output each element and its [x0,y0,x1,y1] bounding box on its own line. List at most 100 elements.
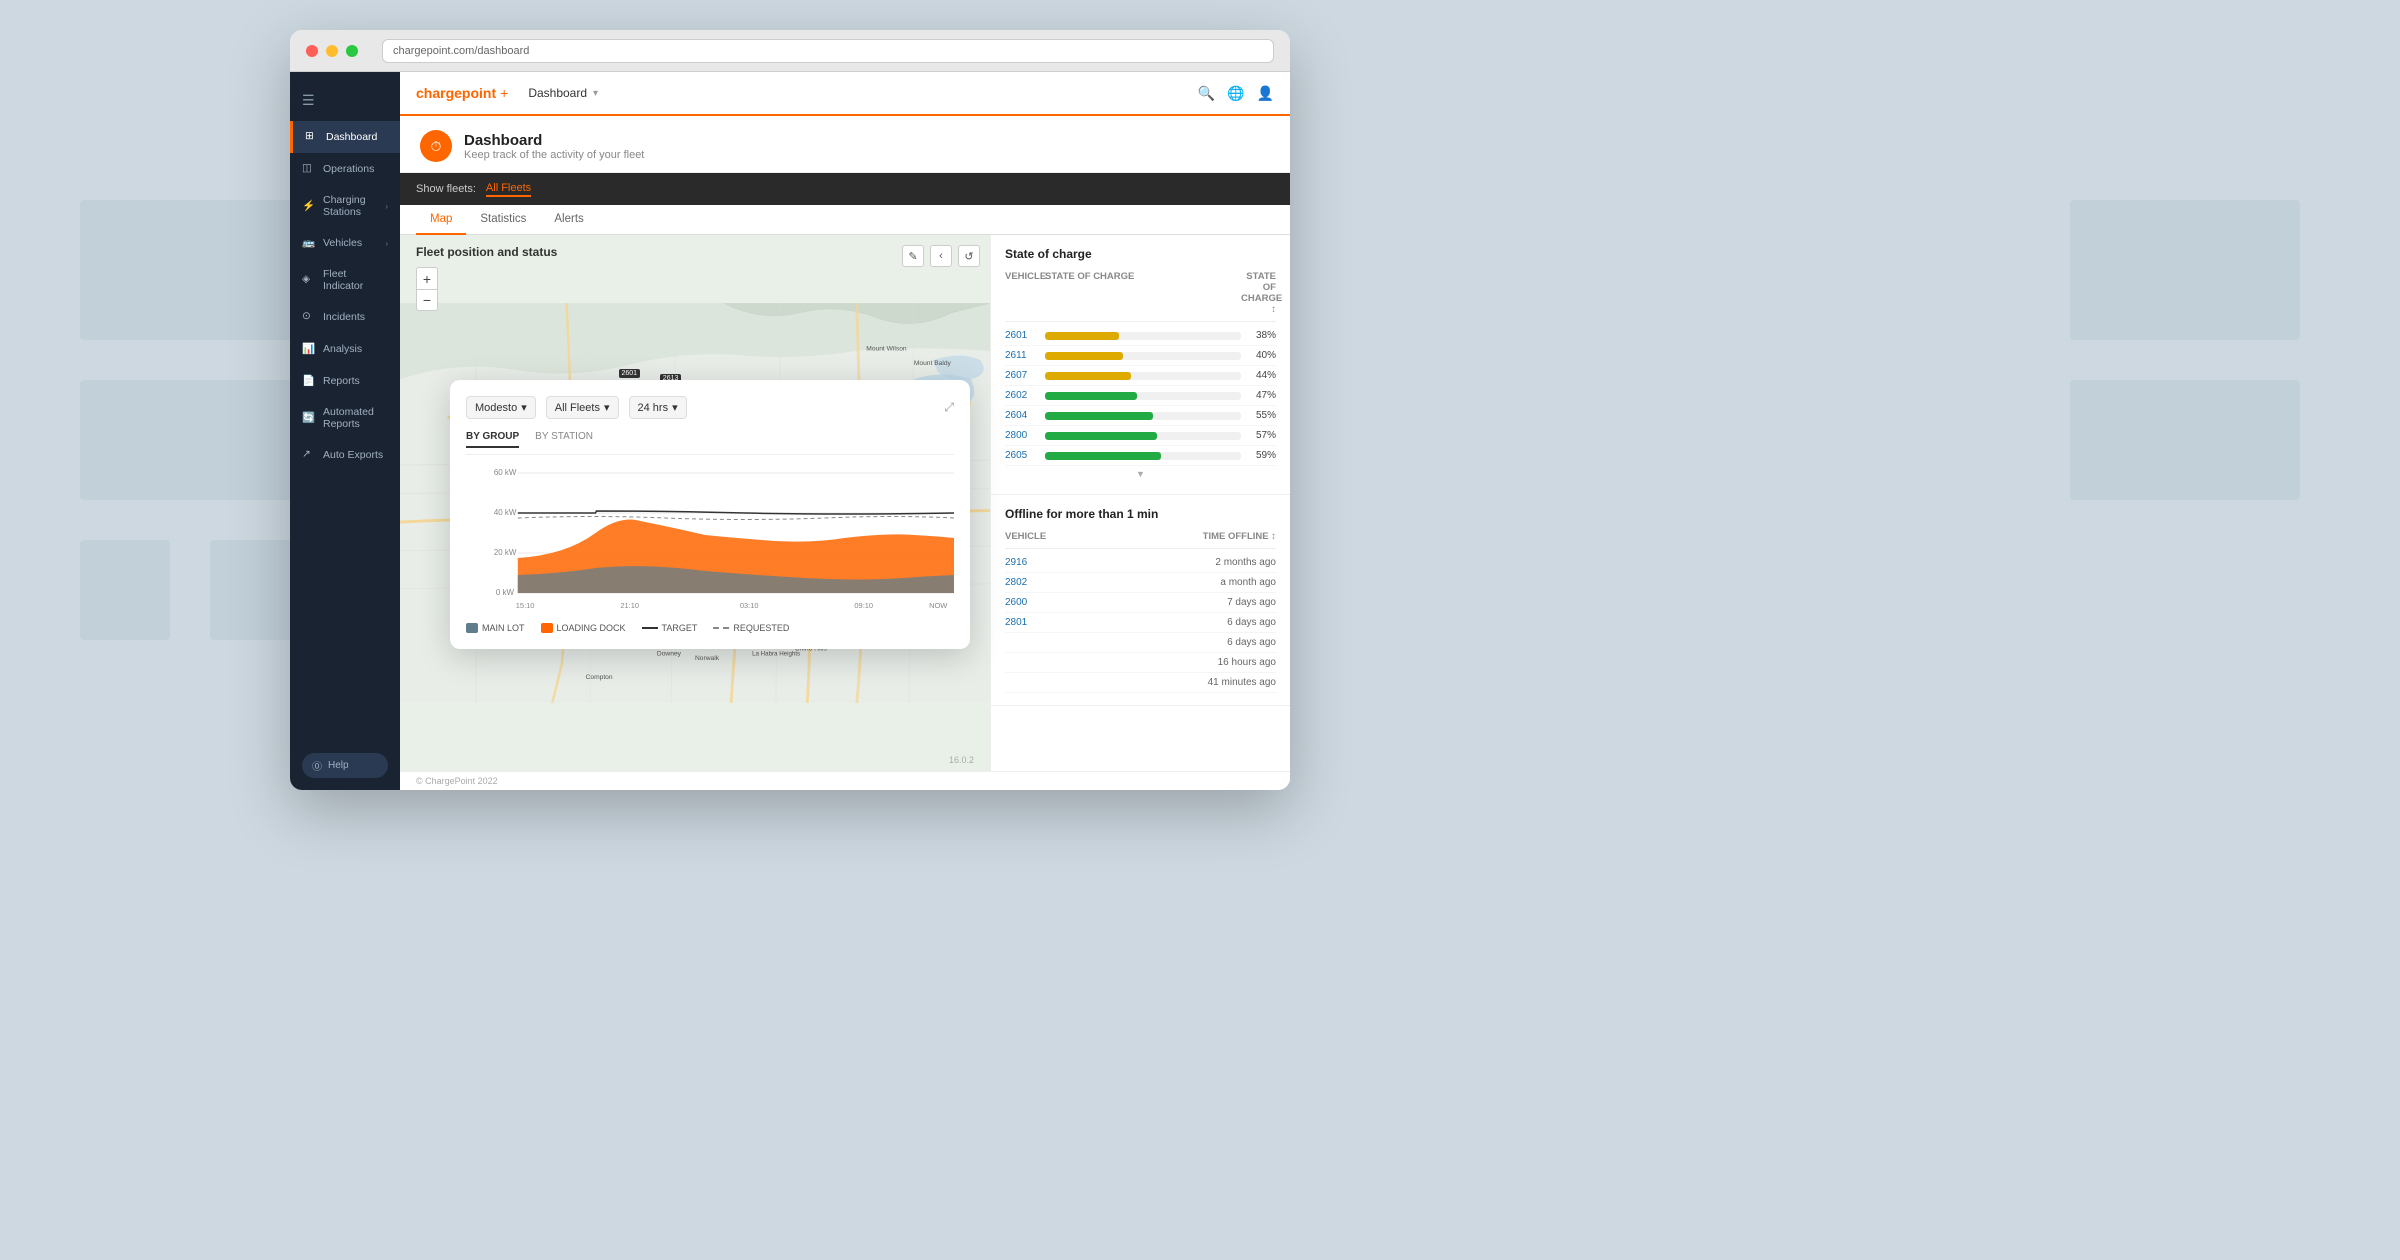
charge-pct: 40% [1241,350,1276,361]
logo-text: chargepoint [416,85,496,101]
globe-icon[interactable]: 🌐 [1227,85,1244,102]
incidents-icon: ⊙ [302,310,316,324]
offline-vehicle-link[interactable]: 2600 [1005,597,1055,608]
sidebar-item-operations[interactable]: ◫ Operations [290,153,400,185]
map-title: Fleet position and status [416,245,557,259]
tab-map[interactable]: Map [416,205,466,235]
help-button[interactable]: ⓪ Help [302,753,388,778]
charge-bar-fill [1045,332,1119,340]
legend-color-loading-dock [541,623,553,633]
browser-chrome: chargepoint.com/dashboard [290,30,1290,72]
offline-row-6days: 6 days ago [1005,633,1276,653]
sidebar-item-incidents[interactable]: ⊙ Incidents [290,301,400,333]
sidebar-item-label: Analysis [323,343,362,355]
fleet-indicator-icon: ◈ [302,273,316,287]
charge-bar-bg [1045,392,1241,400]
charge-bar-fill [1045,352,1123,360]
breadcrumb: Dashboard ▾ [528,86,598,100]
svg-text:Compton: Compton [586,674,613,681]
sidebar-item-auto-exports[interactable]: ↗ Auto Exports [290,439,400,471]
map-refresh-btn[interactable]: ↺ [958,245,980,267]
fleet-dropdown[interactable]: All Fleets ▾ [546,396,619,419]
charge-row-2611: 2611 40% [1005,346,1276,366]
sidebar-item-reports[interactable]: 📄 Reports [290,365,400,397]
vehicle-link[interactable]: 2611 [1005,350,1045,361]
sidebar-item-label: Incidents [323,311,365,323]
vehicle-link[interactable]: 2605 [1005,450,1045,461]
sidebar-nav: ⊞ Dashboard ◫ Operations ⚡ Charging Stat… [290,117,400,741]
charge-row-2601: 2601 38% [1005,326,1276,346]
reports-icon: 📄 [302,374,316,388]
charge-bar-bg [1045,412,1241,420]
sidebar-help: ⓪ Help [290,741,400,790]
user-icon[interactable]: 👤 [1257,85,1274,102]
offline-time: 41 minutes ago [1055,677,1276,688]
offline-row-2802: 2802 a month ago [1005,573,1276,593]
maximize-dot[interactable] [346,45,358,57]
logo-plus: + [500,85,508,101]
map-controls: + − [416,267,438,311]
legend-label-main-lot: MAIN LOT [482,623,525,633]
vehicle-link[interactable]: 2604 [1005,410,1045,421]
chevron-down-icon: ▾ [593,88,598,99]
legend-label-loading-dock: LOADING DOCK [557,623,626,633]
tab-statistics[interactable]: Statistics [466,205,540,235]
offline-vehicle-link[interactable]: 2916 [1005,557,1055,568]
sidebar-item-label: Operations [323,163,374,175]
sidebar-item-label: Automated Reports [323,406,388,430]
vehicle-link[interactable]: 2607 [1005,370,1045,381]
address-bar[interactable]: chargepoint.com/dashboard [382,39,1274,63]
charge-row-2602: 2602 47% [1005,386,1276,406]
sidebar-item-label: Auto Exports [323,449,383,461]
charge-bar-fill [1045,412,1153,420]
sidebar-item-label: Fleet Indicator [323,268,388,292]
charge-bar-bg [1045,452,1241,460]
location-chevron: ▾ [521,401,527,414]
copyright: © ChargePoint 2022 [400,771,1290,790]
search-icon[interactable]: 🔍 [1198,85,1215,102]
location-dropdown[interactable]: Modesto ▾ [466,396,536,419]
close-dot[interactable] [306,45,318,57]
sidebar-item-automated-reports[interactable]: 🔄 Automated Reports [290,397,400,439]
offline-vehicle-link[interactable]: 2801 [1005,617,1055,628]
map-edit-btn[interactable]: ✎ [902,245,924,267]
charge-row-2800: 2800 57% [1005,426,1276,446]
offline-vehicle-link[interactable]: 2802 [1005,577,1055,588]
vehicle-link[interactable]: 2800 [1005,430,1045,441]
charge-pct: 59% [1241,450,1276,461]
minimize-dot[interactable] [326,45,338,57]
location-label: Modesto [475,402,517,414]
chevron-icon: › [385,239,388,248]
sidebar-item-label: Vehicles [323,237,362,249]
all-fleets-label[interactable]: All Fleets [486,182,531,197]
charge-pct: 55% [1241,410,1276,421]
tab-alerts[interactable]: Alerts [540,205,597,235]
offline-row-41min: 41 minutes ago [1005,673,1276,693]
sidebar-item-analysis[interactable]: 📊 Analysis [290,333,400,365]
chart-expand-btn[interactable]: ⤢ [944,400,954,415]
sidebar-collapse-btn[interactable]: ☰ [290,84,400,117]
content-tabs: Map Statistics Alerts [400,205,1290,235]
timeframe-dropdown[interactable]: 24 hrs ▾ [629,396,687,419]
col-pct: STATE OF CHARGE ↕ [1241,271,1276,315]
zoom-out-btn[interactable]: − [416,289,438,311]
zoom-in-btn[interactable]: + [416,267,438,289]
analysis-icon: 📊 [302,342,316,356]
chart-tab-by-group[interactable]: BY GROUP [466,431,519,448]
chart-tab-by-station[interactable]: BY STATION [535,431,593,448]
sidebar-item-charging-stations[interactable]: ⚡ Charging Stations › [290,185,400,227]
sidebar-item-vehicles[interactable]: 🚌 Vehicles › [290,227,400,259]
map-prev-btn[interactable]: ‹ [930,245,952,267]
charge-pct: 57% [1241,430,1276,441]
vehicle-link[interactable]: 2601 [1005,330,1045,341]
timeframe-label: 24 hrs [638,402,669,414]
offline-time: 6 days ago [1055,617,1276,628]
svg-text:20 kW: 20 kW [494,548,517,557]
svg-text:09:10: 09:10 [854,601,873,610]
scroll-hint: ▼ [1005,466,1276,482]
sidebar-item-label: Dashboard [326,131,377,143]
sidebar-item-dashboard[interactable]: ⊞ Dashboard [290,121,400,153]
fleet-chevron: ▾ [604,401,610,414]
sidebar-item-fleet-indicator[interactable]: ◈ Fleet Indicator [290,259,400,301]
vehicle-link[interactable]: 2602 [1005,390,1045,401]
